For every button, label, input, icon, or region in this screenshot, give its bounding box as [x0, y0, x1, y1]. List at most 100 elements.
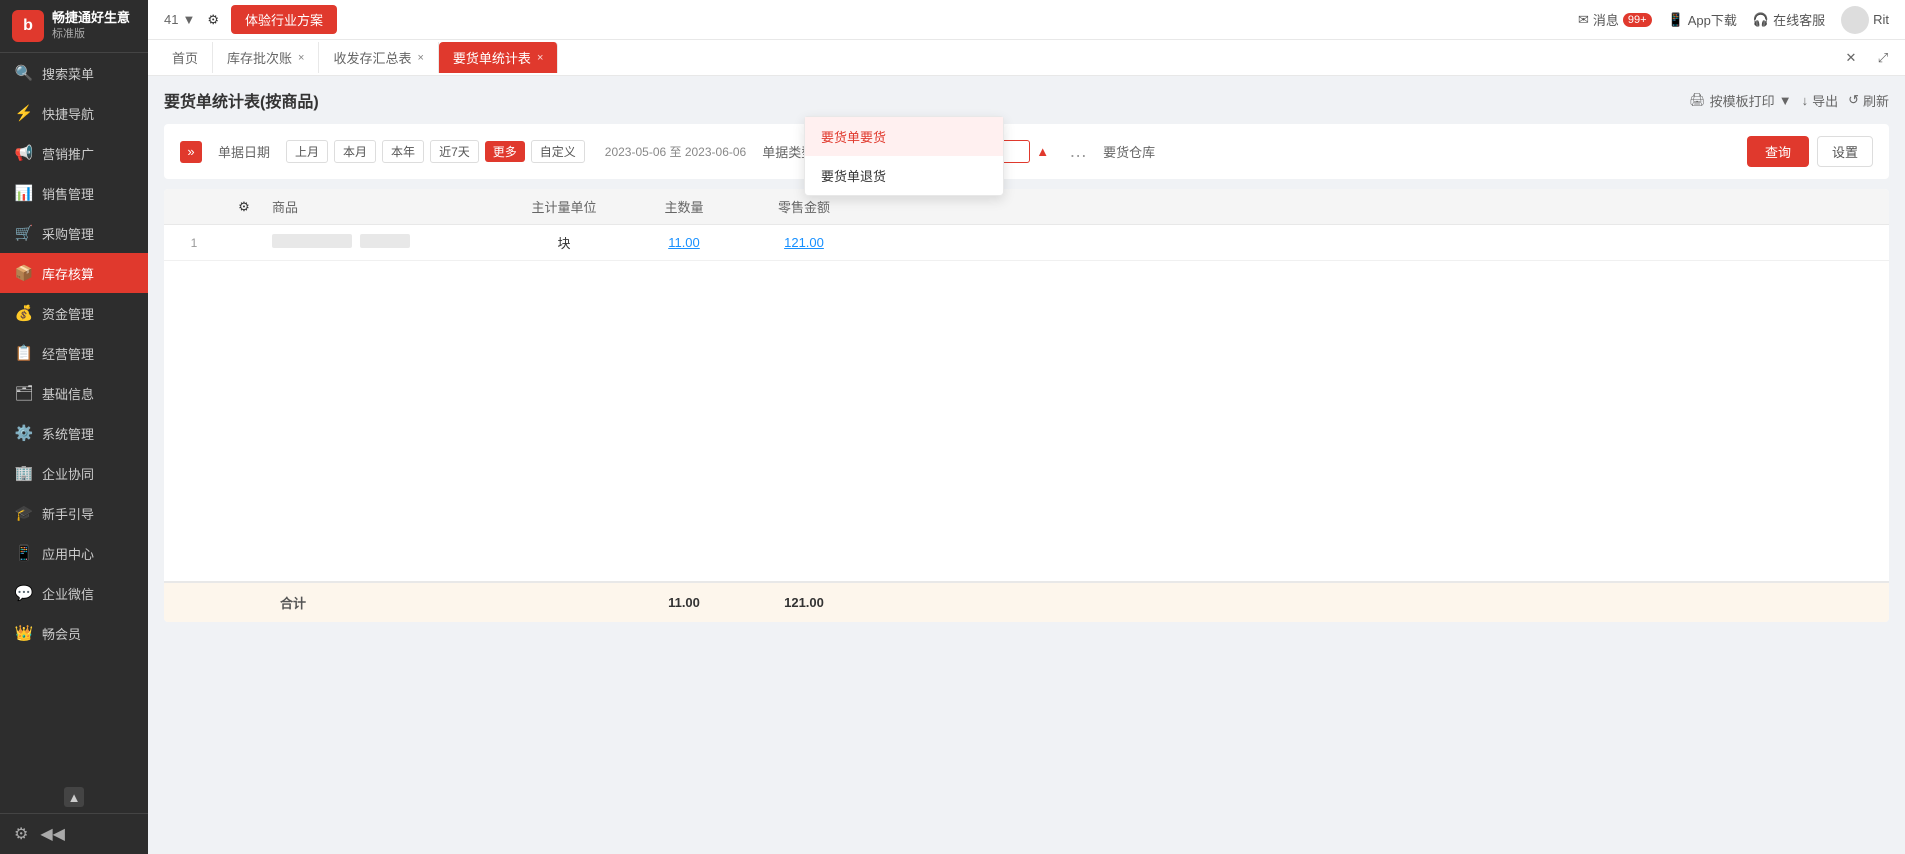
page-title: 要货单统计表(按商品) — [164, 88, 319, 112]
date-more-badge[interactable]: 更多 — [485, 141, 525, 162]
wechat-icon: 💬 — [14, 583, 34, 603]
row-qty: 11.00 — [624, 235, 744, 250]
date-btn-current-month[interactable]: 本月 — [334, 140, 376, 163]
sidebar-item-quick-nav[interactable]: ⚡ 快捷导航 — [0, 93, 148, 133]
export-btn[interactable]: ↓ 导出 — [1802, 91, 1839, 110]
message-btn[interactable]: ✉ 消息 99+ — [1578, 10, 1652, 29]
sidebar-nav: 🔍 搜索菜单 ⚡ 快捷导航 📢 营销推广 📊 销售管理 🛒 采购管理 📦 库存核… — [0, 53, 148, 781]
tab-receive-summary-close[interactable]: × — [417, 52, 423, 64]
print-chevron-icon: ▼ — [1779, 93, 1792, 108]
topbar: 41 ▼ ⚙ 体验行业方案 ✉ 消息 99+ 📱 App下载 🎧 在 — [148, 0, 1905, 40]
page-content: 要货单统计表(按商品) 🖨 按模板打印 ▼ ↓ 导出 ↺ 刷新 — [148, 76, 1905, 854]
tab-close-all[interactable]: ✕ — [1839, 46, 1863, 70]
sidebar-item-marketing[interactable]: 📢 营销推广 — [0, 133, 148, 173]
sidebar-item-inventory[interactable]: 📦 库存核算 — [0, 253, 148, 293]
collapse-icon[interactable]: ◀◀ — [40, 824, 65, 844]
refresh-btn[interactable]: ↺ 刷新 — [1848, 91, 1889, 110]
operation-label: 经营管理 — [42, 344, 94, 363]
tab-request-summary-close[interactable]: × — [537, 52, 543, 64]
user-name: Rit — [1873, 12, 1889, 27]
print-btn[interactable]: 🖨 按模板打印 ▼ — [1689, 91, 1791, 110]
export-icon: ↓ — [1802, 93, 1809, 108]
sidebar-item-guide[interactable]: 🎓 新手引导 — [0, 493, 148, 533]
dropdown-item-request-order[interactable]: 要货单要货 — [805, 117, 1003, 156]
footer-qty: 11.00 — [624, 595, 744, 610]
dropdown-item-request-return[interactable]: 要货单退货 — [805, 156, 1003, 195]
row-amount-value[interactable]: 121.00 — [784, 235, 824, 250]
query-btn[interactable]: 查询 — [1747, 136, 1809, 167]
sidebar-item-basic[interactable]: 🗂 基础信息 — [0, 373, 148, 413]
inventory-icon: 📦 — [14, 263, 34, 283]
tab-batch-account[interactable]: 库存批次账 × — [213, 42, 319, 73]
app-center-label: 应用中心 — [42, 544, 94, 563]
filter-more-icon[interactable]: … — [1069, 141, 1087, 162]
headset-icon: 🎧 — [1753, 12, 1769, 28]
settings-icon[interactable]: ⚙ — [14, 824, 28, 844]
online-service-btn[interactable]: 🎧 在线客服 — [1753, 10, 1825, 29]
finance-icon: 💰 — [14, 303, 34, 323]
app-download-btn[interactable]: 📱 App下载 — [1668, 10, 1737, 29]
tab-batch-account-label: 库存批次账 — [227, 48, 292, 67]
col-qty-header: 主数量 — [624, 197, 744, 216]
sidebar-item-app-center[interactable]: 📱 应用中心 — [0, 533, 148, 573]
sidebar-item-search[interactable]: 🔍 搜索菜单 — [0, 53, 148, 93]
table-header: ⚙ 商品 主计量单位 主数量 零售金额 — [164, 189, 1889, 225]
message-icon: ✉ — [1578, 12, 1589, 28]
date-btn-custom[interactable]: 自定义 — [531, 140, 585, 163]
sidebar-item-sales[interactable]: 📊 销售管理 — [0, 173, 148, 213]
sidebar-item-enterprise[interactable]: 🏢 企业协同 — [0, 453, 148, 493]
sidebar-scroll-up[interactable]: ▲ — [64, 787, 84, 807]
user-avatar — [1841, 6, 1869, 34]
col-product-header: 商品 — [264, 197, 504, 216]
table-empty-space — [164, 261, 1889, 581]
filter-toggle-btn[interactable]: » — [180, 141, 202, 163]
system-icon: ⚙️ — [14, 423, 34, 443]
sidebar-item-member[interactable]: 👑 畅会员 — [0, 613, 148, 653]
sidebar-item-operation[interactable]: 📋 经营管理 — [0, 333, 148, 373]
system-label: 系统管理 — [42, 424, 94, 443]
sidebar-item-wechat[interactable]: 💬 企业微信 — [0, 573, 148, 613]
guide-icon: 🎓 — [14, 503, 34, 523]
table-area: ⚙ 商品 主计量单位 主数量 零售金额 1 块 — [164, 189, 1889, 622]
main-area: 41 ▼ ⚙ 体验行业方案 ✉ 消息 99+ 📱 App下载 🎧 在 — [148, 0, 1905, 854]
tab-request-summary[interactable]: 要货单统计表 × — [439, 42, 558, 73]
sidebar-item-finance[interactable]: 💰 资金管理 — [0, 293, 148, 333]
user-menu[interactable]: Rit — [1841, 6, 1889, 34]
table-row: 1 块 11.00 121.00 — [164, 225, 1889, 261]
marketing-icon: 📢 — [14, 143, 34, 163]
enterprise-icon: 🏢 — [14, 463, 34, 483]
app-download-label: App下载 — [1688, 10, 1737, 29]
store-selector[interactable]: 41 ▼ — [164, 12, 195, 27]
row-qty-value[interactable]: 11.00 — [668, 235, 700, 250]
tab-maximize[interactable]: ⤢ — [1871, 46, 1895, 70]
date-btn-prev-month[interactable]: 上月 — [286, 140, 328, 163]
inventory-label: 库存核算 — [42, 264, 94, 283]
topbar-gear-icon[interactable]: ⚙ — [207, 12, 219, 28]
col-settings-icon[interactable]: ⚙ — [238, 199, 250, 214]
sidebar: b 畅捷通好生意 标准版 🔍 搜索菜单 ⚡ 快捷导航 📢 营销推广 📊 销售管理… — [0, 0, 148, 854]
tab-batch-account-close[interactable]: × — [298, 52, 304, 64]
brand-sub: 标准版 — [52, 27, 130, 41]
date-btn-year[interactable]: 本年 — [382, 140, 424, 163]
date-btn-7days[interactable]: 近7天 — [430, 140, 479, 163]
logo-icon: b — [12, 10, 44, 42]
footer-amount: 121.00 — [744, 595, 864, 610]
product-placeholder-1 — [272, 234, 352, 248]
sales-icon: 📊 — [14, 183, 34, 203]
tab-home[interactable]: 首页 — [158, 42, 213, 73]
footer-label: 合计 — [264, 593, 504, 612]
sidebar-item-purchase[interactable]: 🛒 采购管理 — [0, 213, 148, 253]
industry-btn[interactable]: 体验行业方案 — [231, 5, 337, 34]
tab-receive-summary-label: 收发存汇总表 — [333, 48, 411, 67]
type-chevron-icon[interactable]: ▲ — [1036, 144, 1049, 159]
purchase-icon: 🛒 — [14, 223, 34, 243]
print-label: 按模板打印 — [1710, 91, 1775, 110]
member-label: 畅会员 — [42, 624, 81, 643]
sidebar-item-system[interactable]: ⚙️ 系统管理 — [0, 413, 148, 453]
wechat-label: 企业微信 — [42, 584, 94, 603]
set-btn[interactable]: 设置 — [1817, 136, 1873, 167]
date-range: 2023-05-06 至 2023-06-06 — [605, 143, 746, 160]
phone-icon: 📱 — [1668, 12, 1684, 28]
type-dropdown: 要货单要货 要货单退货 — [804, 116, 1004, 196]
tab-receive-summary[interactable]: 收发存汇总表 × — [319, 42, 438, 73]
